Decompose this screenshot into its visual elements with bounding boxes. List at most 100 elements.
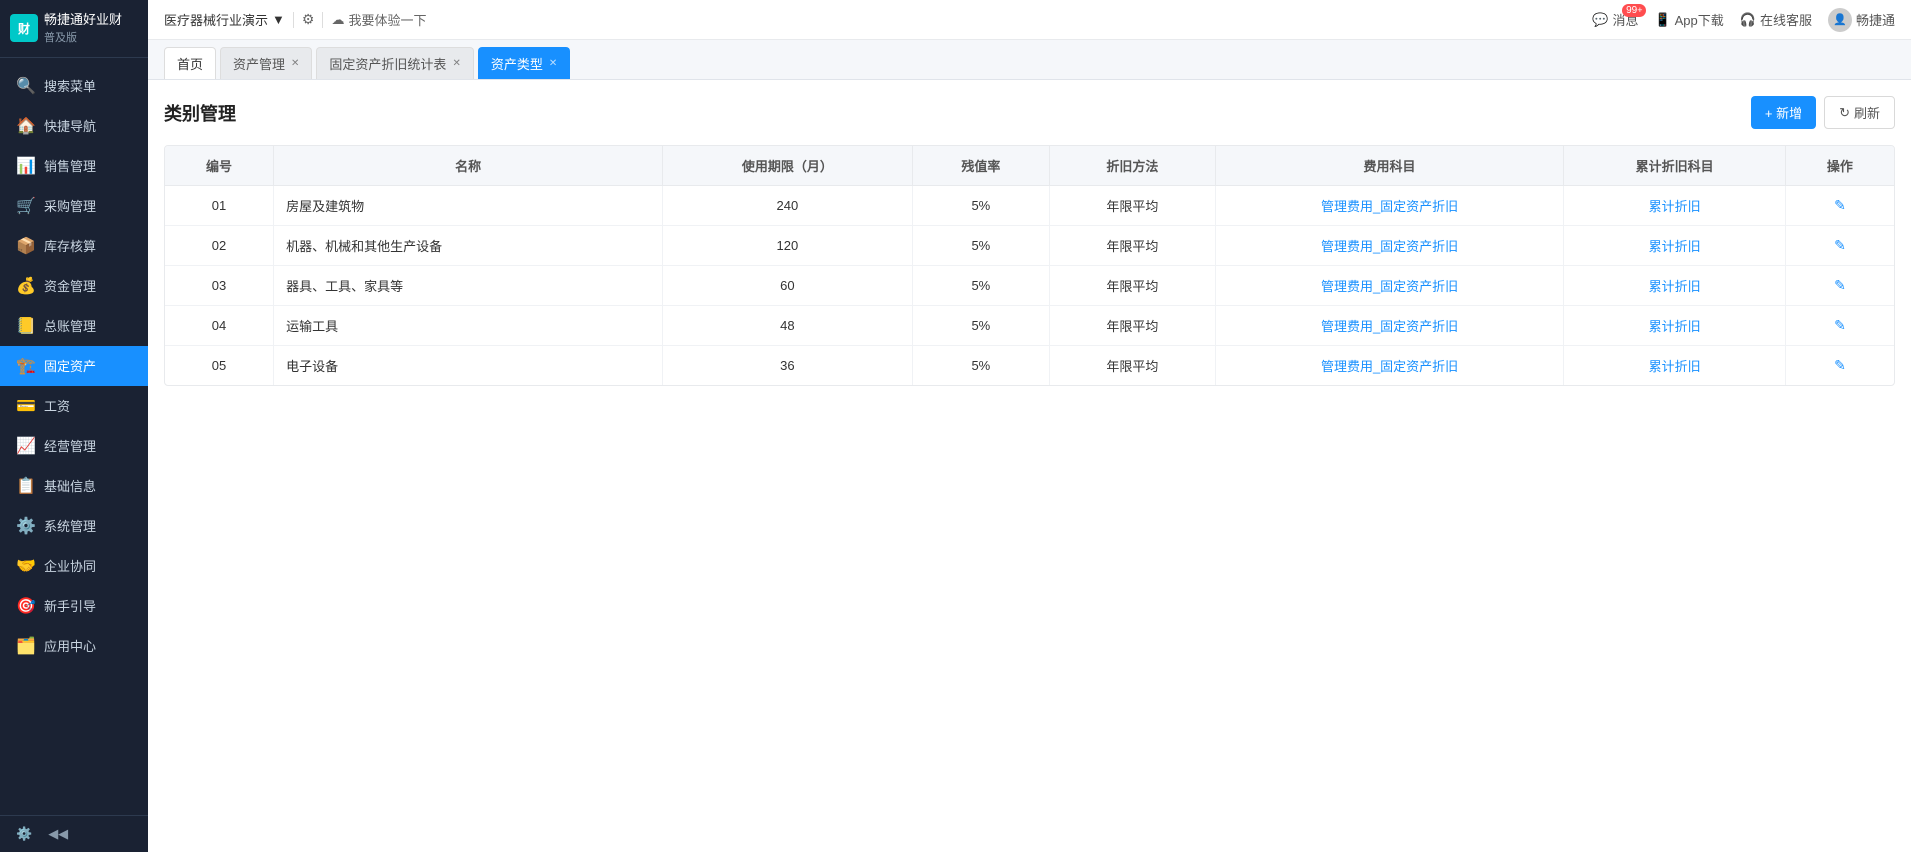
sidebar-item-base[interactable]: 📋 基础信息: [0, 466, 148, 506]
collapse-icon[interactable]: ◀◀: [48, 826, 68, 842]
tab-close-depreciation[interactable]: ✕: [452, 58, 460, 69]
cell-1-3: 5%: [912, 226, 1050, 266]
sidebar-item-salary[interactable]: 💳 工资: [0, 386, 148, 426]
col-header-6: 累计折旧科目: [1564, 146, 1785, 186]
refresh-icon: ↻: [1839, 105, 1850, 121]
sidebar-item-apps[interactable]: 🗂️ 应用中心: [0, 626, 148, 666]
tab-label-depreciation: 固定资产折旧统计表: [329, 54, 446, 73]
cell-3-6[interactable]: 累计折旧: [1564, 306, 1785, 346]
cell-0-5[interactable]: 管理费用_固定资产折旧: [1215, 186, 1564, 226]
cell-3-2: 48: [663, 306, 912, 346]
cell-0-7[interactable]: ✎: [1785, 186, 1894, 226]
col-header-0: 编号: [165, 146, 274, 186]
experience-button[interactable]: ☁ 我要体验一下: [331, 10, 426, 29]
cell-1-6[interactable]: 累计折旧: [1564, 226, 1785, 266]
tab-home[interactable]: 首页: [164, 47, 216, 79]
refresh-label: 刷新: [1854, 103, 1880, 122]
nav-label-ledger: 总账管理: [44, 316, 96, 335]
nav-label-apps: 应用中心: [44, 636, 96, 655]
main-content: 医疗器械行业演示 ▼ ⚙ ☁ 我要体验一下 💬 消息 99+ 📱 App下载 �: [148, 0, 1911, 852]
topbar-right: 💬 消息 99+ 📱 App下载 🎧 在线客服 👤 畅捷通: [1592, 8, 1895, 32]
cell-4-7[interactable]: ✎: [1785, 346, 1894, 386]
link-4-5[interactable]: 管理费用_固定资产折旧: [1321, 359, 1458, 374]
nav-label-fixed: 固定资产: [44, 356, 96, 375]
cell-1-1: 机器、机械和其他生产设备: [274, 226, 663, 266]
cell-2-7[interactable]: ✎: [1785, 266, 1894, 306]
company-selector[interactable]: 医疗器械行业演示 ▼: [164, 10, 285, 29]
link-1-5[interactable]: 管理费用_固定资产折旧: [1321, 239, 1458, 254]
app-download-label: App下载: [1675, 10, 1724, 29]
cell-0-6[interactable]: 累计折旧: [1564, 186, 1785, 226]
cell-2-6[interactable]: 累计折旧: [1564, 266, 1785, 306]
link-0-5[interactable]: 管理费用_固定资产折旧: [1321, 199, 1458, 214]
nav-icon-apps: 🗂️: [16, 636, 36, 656]
link-2-5[interactable]: 管理费用_固定资产折旧: [1321, 279, 1458, 294]
sidebar-item-sales[interactable]: 📊 销售管理: [0, 146, 148, 186]
tab-close-asset_type[interactable]: ✕: [549, 58, 557, 69]
sidebar-item-inventory[interactable]: 📦 库存核算: [0, 226, 148, 266]
cell-2-5[interactable]: 管理费用_固定资产折旧: [1215, 266, 1564, 306]
link-0-6[interactable]: 累计折旧: [1649, 199, 1701, 214]
nav-icon-operation: 📈: [16, 436, 36, 456]
nav-label-system: 系统管理: [44, 516, 96, 535]
link-1-6[interactable]: 累计折旧: [1649, 239, 1701, 254]
edit-icon-3[interactable]: ✎: [1834, 317, 1846, 333]
tab-assets[interactable]: 资产管理✕: [220, 47, 312, 79]
message-icon: 💬: [1592, 12, 1608, 28]
cell-3-5[interactable]: 管理费用_固定资产折旧: [1215, 306, 1564, 346]
cell-4-1: 电子设备: [274, 346, 663, 386]
nav-icon-quicknav: 🏠: [16, 116, 36, 136]
sidebar-item-system[interactable]: ⚙️ 系统管理: [0, 506, 148, 546]
cell-4-5[interactable]: 管理费用_固定资产折旧: [1215, 346, 1564, 386]
tab-depreciation[interactable]: 固定资产折旧统计表 ✕: [316, 47, 473, 79]
sidebar-item-quicknav[interactable]: 🏠 快捷导航: [0, 106, 148, 146]
edit-icon-4[interactable]: ✎: [1834, 357, 1846, 373]
cell-2-0: 03: [165, 266, 274, 306]
sidebar-item-purchase[interactable]: 🛒 采购管理: [0, 186, 148, 226]
cell-1-5[interactable]: 管理费用_固定资产折旧: [1215, 226, 1564, 266]
cell-2-1: 器具、工具、家具等: [274, 266, 663, 306]
sidebar-item-fixed[interactable]: 🏗️ 固定资产: [0, 346, 148, 386]
edit-icon-0[interactable]: ✎: [1834, 197, 1846, 213]
cell-3-7[interactable]: ✎: [1785, 306, 1894, 346]
sidebar-item-capital[interactable]: 💰 资金管理: [0, 266, 148, 306]
nav-icon-base: 📋: [16, 476, 36, 496]
message-action[interactable]: 💬 消息 99+: [1592, 10, 1638, 29]
settings-icon[interactable]: ⚙️: [16, 826, 32, 842]
app-download-action[interactable]: 📱 App下载: [1654, 10, 1723, 29]
tab-close-assets[interactable]: ✕: [291, 58, 299, 69]
content-area: 类别管理 + 新增 ↻ 刷新 编号名称使用期限（月）残值率折旧方法费用科目累计折…: [148, 80, 1911, 852]
sidebar-item-search[interactable]: 🔍 搜索菜单: [0, 66, 148, 106]
user-action[interactable]: 👤 畅捷通: [1828, 8, 1895, 32]
sidebar-item-enterprise[interactable]: 🤝 企业协同: [0, 546, 148, 586]
tabbar: 首页资产管理✕固定资产折旧统计表✕资产类型✕: [148, 40, 1911, 80]
link-4-6[interactable]: 累计折旧: [1649, 359, 1701, 374]
table-row: 01房屋及建筑物2405%年限平均管理费用_固定资产折旧累计折旧✎: [165, 186, 1894, 226]
nav-icon-guide: 🎯: [16, 596, 36, 616]
cell-2-4: 年限平均: [1050, 266, 1216, 306]
link-3-5[interactable]: 管理费用_固定资产折旧: [1321, 319, 1458, 334]
cell-0-2: 240: [663, 186, 912, 226]
cloud-icon: ☁: [331, 12, 344, 28]
edit-icon-2[interactable]: ✎: [1834, 277, 1846, 293]
link-3-6[interactable]: 累计折旧: [1649, 319, 1701, 334]
sidebar-item-guide[interactable]: 🎯 新手引导: [0, 586, 148, 626]
new-button[interactable]: + 新增: [1751, 96, 1816, 129]
sidebar-item-operation[interactable]: 📈 经营管理: [0, 426, 148, 466]
experience-label: 我要体验一下: [348, 10, 426, 29]
nav-icon-ledger: 📒: [16, 316, 36, 336]
sidebar-item-ledger[interactable]: 📒 总账管理: [0, 306, 148, 346]
topbar-settings-icon[interactable]: ⚙: [302, 11, 315, 28]
cell-2-2: 60: [663, 266, 912, 306]
topbar-divider: [293, 12, 294, 28]
cell-1-7[interactable]: ✎: [1785, 226, 1894, 266]
edit-icon-1[interactable]: ✎: [1834, 237, 1846, 253]
topbar-left: 医疗器械行业演示 ▼ ⚙ ☁ 我要体验一下: [164, 10, 1580, 29]
refresh-button[interactable]: ↻ 刷新: [1824, 96, 1895, 129]
cell-4-6[interactable]: 累计折旧: [1564, 346, 1785, 386]
link-2-6[interactable]: 累计折旧: [1649, 279, 1701, 294]
online-service-label: 在线客服: [1760, 10, 1812, 29]
topbar-divider2: [322, 12, 323, 28]
online-service-action[interactable]: 🎧 在线客服: [1740, 10, 1812, 29]
tab-asset_type[interactable]: 资产类型✕: [478, 47, 570, 79]
